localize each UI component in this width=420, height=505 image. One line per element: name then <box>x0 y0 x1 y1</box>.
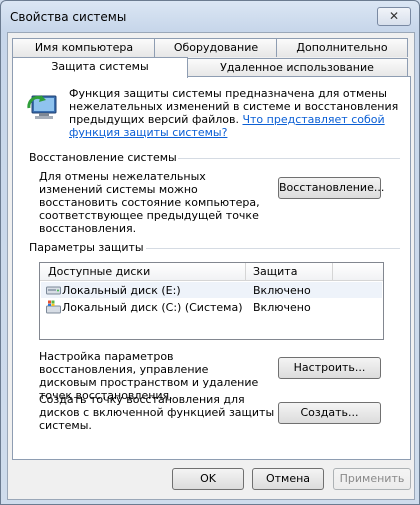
tab-hardware[interactable]: Оборудование <box>154 38 278 57</box>
system-properties-window: Свойства системы ✕ Имя компьютера Оборуд… <box>0 0 420 505</box>
window-title: Свойства системы <box>10 10 127 24</box>
restore-button[interactable]: Восстановление... <box>278 177 384 199</box>
protection-group-title: Параметры защиты <box>29 241 144 254</box>
column-separator[interactable] <box>245 263 246 280</box>
tab-remote[interactable]: Удаленное использование <box>186 58 408 77</box>
disk-name: Локальный диск (C:) (Система) <box>62 301 243 314</box>
create-description: Создать точку восстановления для дисков … <box>39 393 275 432</box>
drives-list[interactable]: Доступные диски Защита Локальный диск (E… <box>39 262 384 340</box>
restore-description: Для отмены нежелательных изменений систе… <box>39 170 260 235</box>
tab-system-protection[interactable]: Защита системы <box>12 57 188 78</box>
apply-button[interactable]: Применить <box>333 468 411 490</box>
protection-group-divider <box>146 248 400 249</box>
cancel-button[interactable]: Отмена <box>252 468 324 490</box>
system-protection-panel: Функция защиты системы предназначена для… <box>12 76 411 460</box>
table-row[interactable]: Локальный диск (E:) Включено <box>41 282 382 298</box>
table-row[interactable]: Локальный диск (C:) (Система) Включено <box>41 299 382 315</box>
restore-group-divider <box>178 158 400 159</box>
restore-group-title: Восстановление системы <box>29 151 177 164</box>
intro-text: Функция защиты системы предназначена для… <box>69 87 399 139</box>
disk-protection-status: Включено <box>253 284 311 297</box>
disk-protection-status: Включено <box>253 301 311 314</box>
column-available-disks[interactable]: Доступные диски <box>48 265 150 278</box>
system-drive-icon <box>46 300 61 314</box>
configure-button[interactable]: Настроить... <box>278 357 381 379</box>
drives-list-header: Доступные диски Защита <box>40 263 383 281</box>
column-protection[interactable]: Защита <box>253 265 297 278</box>
disk-name: Локальный диск (E:) <box>62 284 181 297</box>
close-button[interactable]: ✕ <box>377 7 411 26</box>
create-button[interactable]: Создать... <box>278 402 381 424</box>
title-bar[interactable]: Свойства системы ✕ <box>1 1 419 31</box>
ok-button[interactable]: OK <box>172 468 244 490</box>
tab-advanced[interactable]: Дополнительно <box>276 38 408 57</box>
drive-icon <box>46 286 61 295</box>
column-separator[interactable] <box>332 263 333 280</box>
tab-computer-name[interactable]: Имя компьютера <box>12 38 156 57</box>
system-protection-icon <box>27 95 57 119</box>
